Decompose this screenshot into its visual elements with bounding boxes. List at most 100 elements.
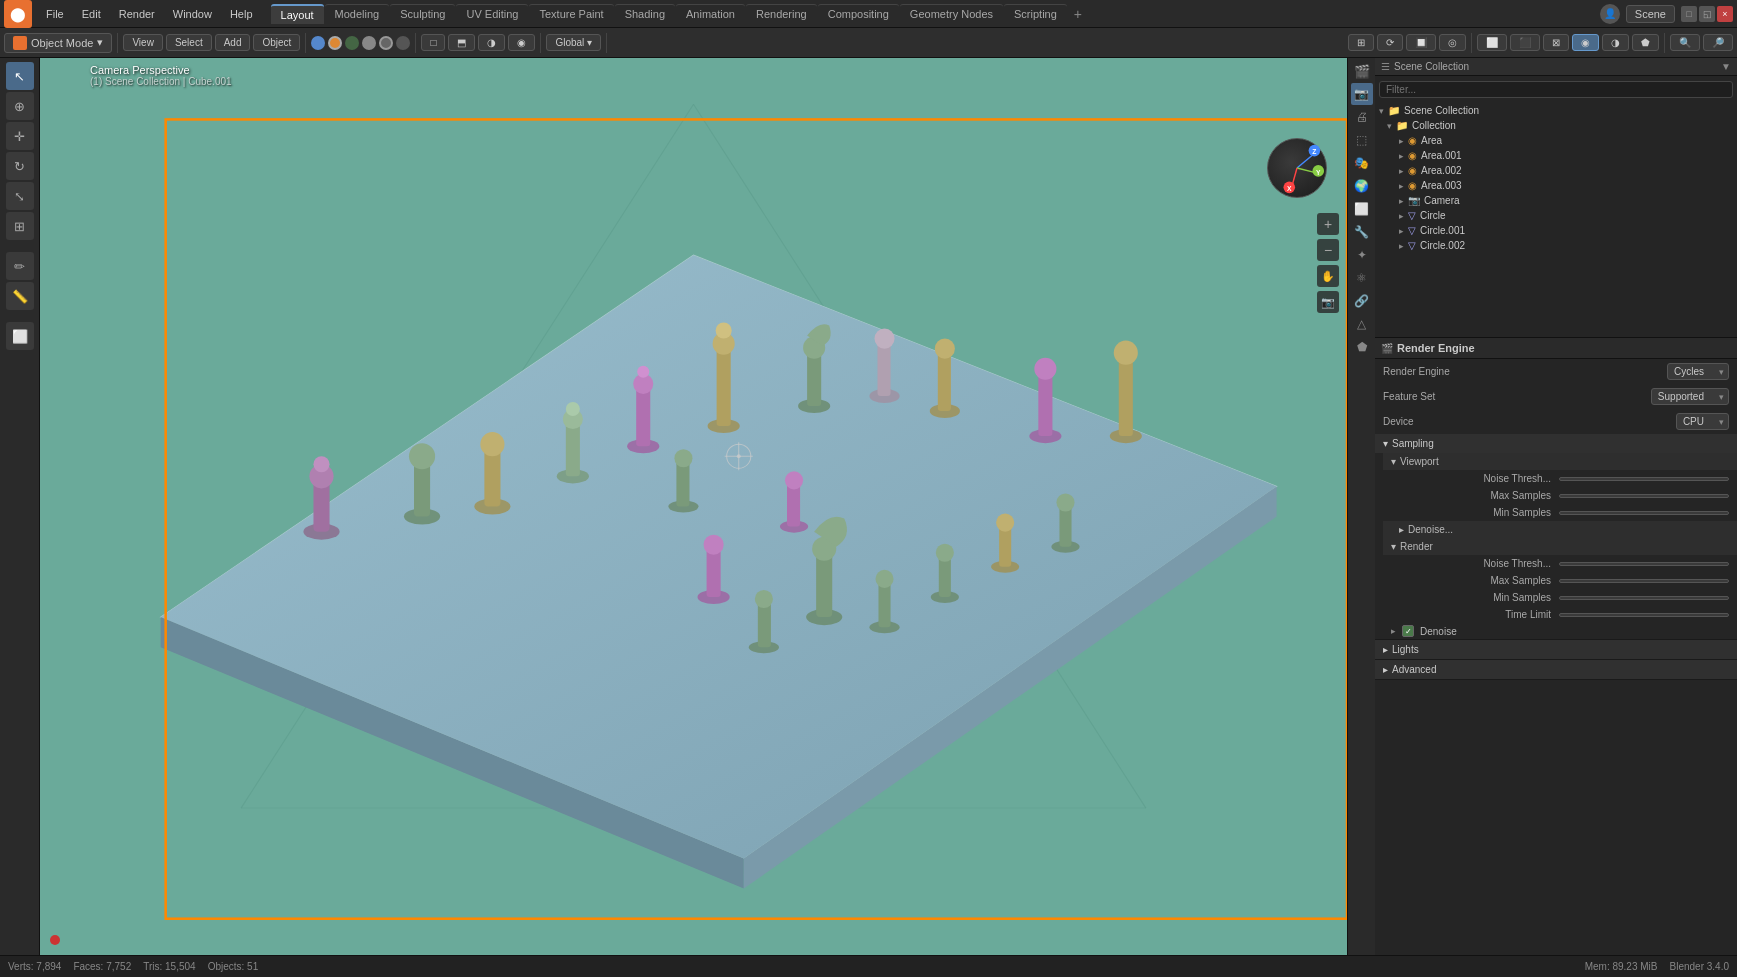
menu-edit[interactable]: Edit [74,6,109,22]
menu-help[interactable]: Help [222,6,261,22]
scene-selector[interactable]: Scene [1626,5,1675,23]
render-engine-dropdown[interactable]: Cycles ▾ [1667,363,1729,380]
rotate-tool[interactable]: ↻ [6,152,34,180]
props-physics-icon[interactable]: ⚛ [1351,267,1373,289]
color-dot-green[interactable] [345,36,359,50]
global-local[interactable]: Global ▾ [546,34,601,51]
props-constraints-icon[interactable]: 🔗 [1351,290,1373,312]
snap-btn[interactable]: 🔲 [1406,34,1436,51]
outliner-search[interactable] [1379,81,1733,98]
pan-btn[interactable]: ✋ [1317,265,1339,287]
outliner-collection[interactable]: ▾ 📁 Collection [1375,118,1737,133]
gizmo-btn[interactable]: ⟳ [1377,34,1403,51]
props-data-icon[interactable]: △ [1351,313,1373,335]
props-scene-data-icon[interactable]: 🎭 [1351,152,1373,174]
proportional-btn[interactable]: ◎ [1439,34,1466,51]
nav-sphere[interactable]: Z Y X [1267,138,1327,198]
feature-set-dropdown[interactable]: Supported ▾ [1651,388,1729,405]
viewport-buttons-right[interactable]: ⬜ [1477,34,1507,51]
zoom-in-btn[interactable]: + [1317,213,1339,235]
workspace-tab-shading[interactable]: Shading [615,4,675,23]
color-dot-orange[interactable] [328,36,342,50]
noise-thresh-viewport-value[interactable] [1559,477,1729,481]
window-ctrl-2[interactable]: ◱ [1699,6,1715,22]
wire-overlay-btn[interactable]: ⊠ [1543,34,1569,51]
workspace-tab-sculpting[interactable]: Sculpting [390,4,455,23]
viewport-shading-mat[interactable]: ◑ [478,34,505,51]
overlay-btn[interactable]: ⊞ [1348,34,1374,51]
select-tool[interactable]: ↖ [6,62,34,90]
workspace-tab-animation[interactable]: Animation [676,4,745,23]
outliner-filter-btn[interactable]: ▼ [1721,61,1731,72]
camera-view-btn[interactable]: 📷 [1317,291,1339,313]
menu-render[interactable]: Render [111,6,163,22]
props-view-layer-icon[interactable]: ⬚ [1351,129,1373,151]
annotate-tool[interactable]: ✏ [6,252,34,280]
color-dot-dark[interactable] [396,36,410,50]
render-view-btn[interactable]: ⬛ [1510,34,1540,51]
menu-file[interactable]: File [38,6,72,22]
advanced-header[interactable]: ▸ Advanced [1375,660,1737,679]
max-samples-viewport-value[interactable] [1559,494,1729,498]
rendered-preview-btn[interactable]: ⬟ [1632,34,1659,51]
blender-logo[interactable]: ⬤ [4,0,32,28]
material-preview-btn[interactable]: ◑ [1602,34,1629,51]
time-limit-value[interactable] [1559,613,1729,617]
workspace-tab-rendering[interactable]: Rendering [746,4,817,23]
mode-selector[interactable]: Object Mode ▾ [4,33,112,53]
denoise-viewport-header[interactable]: ▸ Denoise... [1383,521,1737,538]
viewport-shading-solid[interactable]: ⬒ [448,34,475,51]
noise-thresh-render-value[interactable] [1559,562,1729,566]
view-menu[interactable]: View [123,34,163,51]
menu-window[interactable]: Window [165,6,220,22]
props-material-icon[interactable]: ⬟ [1351,336,1373,358]
outliner-area-001[interactable]: ▸ ◉ Area.001 [1375,148,1737,163]
workspace-tab-modeling[interactable]: Modeling [325,4,390,23]
outliner-circle-001[interactable]: ▸ ▽ Circle.001 [1375,223,1737,238]
workspace-tab-geometry[interactable]: Geometry Nodes [900,4,1003,23]
transform-tool[interactable]: ⊞ [6,212,34,240]
outliner-circle[interactable]: ▸ ▽ Circle [1375,208,1737,223]
props-scene-icon[interactable]: 🎬 [1351,60,1373,82]
device-dropdown[interactable]: CPU ▾ [1676,413,1729,430]
search-btn[interactable]: 🔎 [1703,34,1733,51]
lights-header[interactable]: ▸ Lights [1375,640,1737,659]
props-particles-icon[interactable]: ✦ [1351,244,1373,266]
add-menu[interactable]: Add [215,34,251,51]
outliner-area[interactable]: ▸ ◉ Area [1375,133,1737,148]
outliner-area-003[interactable]: ▸ ◉ Area.003 [1375,178,1737,193]
props-world-icon[interactable]: 🌍 [1351,175,1373,197]
color-dot-gray[interactable] [362,36,376,50]
denoise-render-row[interactable]: ▸ ✓ Denoise [1383,623,1737,639]
sampling-header[interactable]: ▾ Sampling [1375,434,1737,453]
viewport-shading-render[interactable]: ◉ [508,34,535,51]
user-avatar[interactable]: 👤 [1600,4,1620,24]
outliner-camera[interactable]: ▸ 📷 Camera [1375,193,1737,208]
min-samples-render-value[interactable] [1559,596,1729,600]
select-menu[interactable]: Select [166,34,212,51]
workspace-tab-compositing[interactable]: Compositing [818,4,899,23]
nav-gizmo[interactable]: Z Y X [1267,138,1327,198]
zoom-out-btn[interactable]: − [1317,239,1339,261]
move-tool[interactable]: ✛ [6,122,34,150]
color-dot-blue[interactable] [311,36,325,50]
xray-btn[interactable]: 🔍 [1670,34,1700,51]
color-dot-outline[interactable] [379,36,393,50]
max-samples-render-value[interactable] [1559,579,1729,583]
workspace-tab-scripting[interactable]: Scripting [1004,4,1067,23]
workspace-tab-texture[interactable]: Texture Paint [529,4,613,23]
add-workspace-button[interactable]: + [1068,4,1088,24]
workspace-tab-uv[interactable]: UV Editing [456,4,528,23]
denoise-render-checkbox[interactable]: ✓ [1402,625,1414,637]
solid-shading-active[interactable]: ◉ [1572,34,1599,51]
window-close[interactable]: × [1717,6,1733,22]
viewport-subsection-header[interactable]: ▾ Viewport [1383,453,1737,470]
add-cube-tool[interactable]: ⬜ [6,322,34,350]
props-modifiers-icon[interactable]: 🔧 [1351,221,1373,243]
props-render-icon[interactable]: 📷 [1351,83,1373,105]
outliner-scene-collection[interactable]: ▾ 📁 Scene Collection [1375,103,1737,118]
outliner-circle-002[interactable]: ▸ ▽ Circle.002 [1375,238,1737,253]
outliner-area-002[interactable]: ▸ ◉ Area.002 [1375,163,1737,178]
viewport[interactable]: Camera Perspective (1) Scene Collection … [40,58,1347,955]
props-output-icon[interactable]: 🖨 [1351,106,1373,128]
